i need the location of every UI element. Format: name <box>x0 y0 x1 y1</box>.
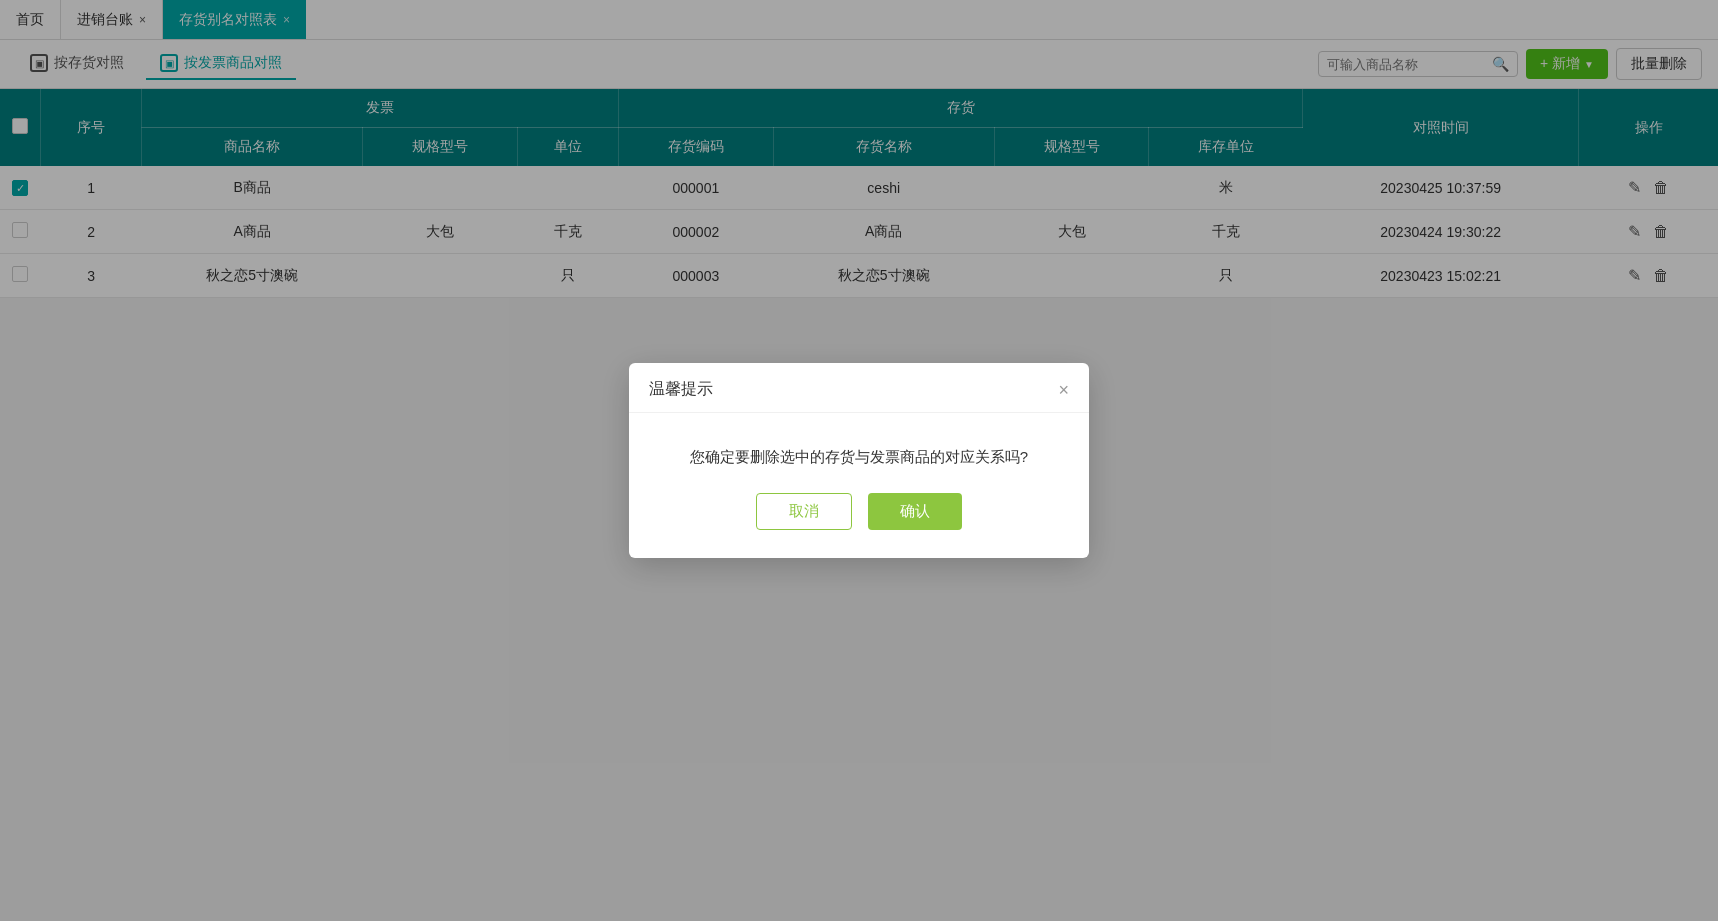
modal-overlay: 温馨提示 × 您确定要删除选中的存货与发票商品的对应关系吗? 取消 确认 <box>0 0 1718 298</box>
